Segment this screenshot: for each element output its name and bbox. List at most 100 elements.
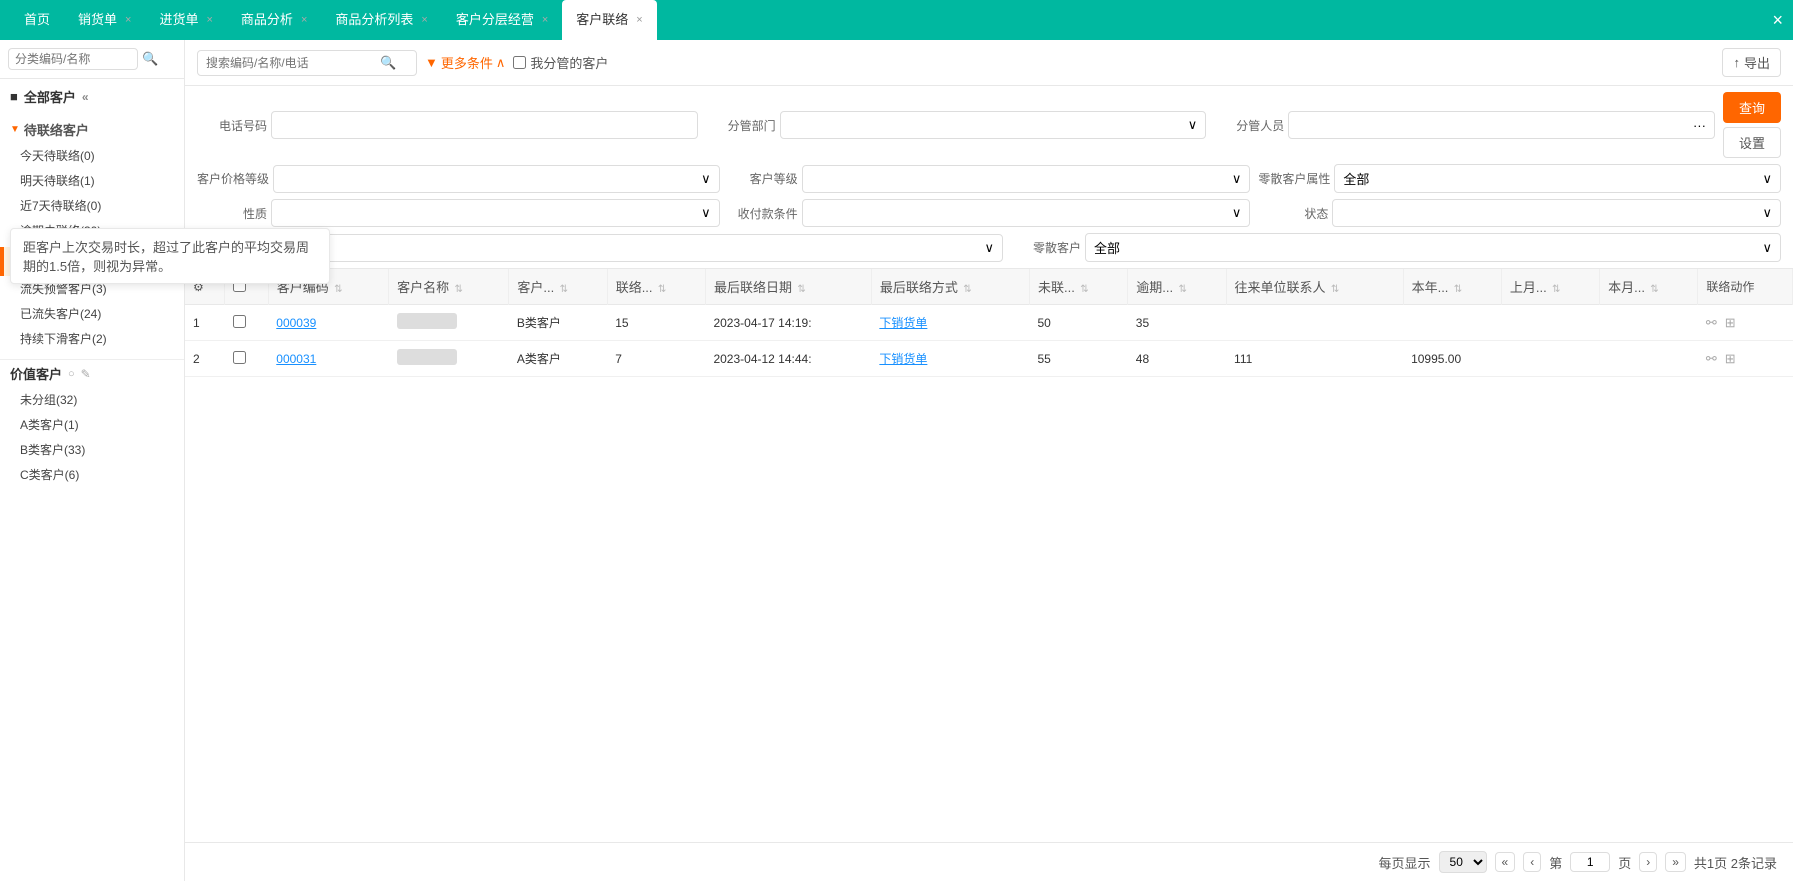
filter-price-level: 客户价格等级 ∨ [197, 165, 720, 193]
sort-last-month-icon[interactable]: ⇅ [1552, 284, 1560, 295]
week-contact-item[interactable]: 近7天待联络(0) [0, 193, 184, 218]
sort-contacts-icon[interactable]: ⇅ [1331, 284, 1339, 295]
filter-row-4: ··· 客户类型 ∨ 零散客户 全部∨ [197, 233, 1781, 262]
person-select[interactable]: ··· [1288, 111, 1715, 139]
c-class-item[interactable]: C类客户(6) [0, 462, 184, 487]
nav-sales[interactable]: 销货单 × [64, 0, 145, 40]
action-buttons: 查询 设置 [1723, 92, 1781, 158]
sort-last-contact-method-icon[interactable]: ⇅ [963, 284, 971, 295]
col-contacts: 往来单位联系人 ⇅ [1226, 269, 1403, 305]
row1-select-checkbox[interactable] [233, 315, 246, 328]
payment-select[interactable]: ∨ [802, 199, 1251, 227]
nav-purchase[interactable]: 进货单 × [145, 0, 226, 40]
customer-type-select[interactable]: ∨ [307, 234, 1003, 262]
close-all-button[interactable]: × [1772, 10, 1783, 31]
query-button[interactable]: 查询 [1723, 92, 1781, 123]
prev-page-btn[interactable]: ‹ [1523, 852, 1541, 872]
search-input[interactable] [206, 56, 376, 70]
phone-input[interactable] [271, 111, 698, 139]
customer-level-select[interactable]: ∨ [802, 165, 1251, 193]
sort-uncontacted-icon[interactable]: ⇅ [1080, 284, 1088, 295]
data-table-area: ⚙ 客户编码 ⇅ 客户名称 ⇅ 客户... ⇅ [185, 269, 1793, 842]
sidebar-search-input[interactable] [8, 48, 138, 70]
row1-grid-icon[interactable]: ⊞ [1725, 315, 1736, 331]
reset-button[interactable]: 设置 [1723, 127, 1781, 158]
close-customer-contact-tab[interactable]: × [636, 0, 642, 40]
close-product-analysis-tab[interactable]: × [301, 0, 307, 40]
row2-last-method[interactable]: 下销货单 [871, 341, 1029, 377]
b-class-item[interactable]: B类客户(33) [0, 437, 184, 462]
pending-contact-title[interactable]: ▼ 待联络客户 [0, 114, 184, 143]
sort-last-contact-date-icon[interactable]: ⇅ [797, 284, 805, 295]
row2-code[interactable]: 000031 [268, 341, 388, 377]
per-page-label: 每页显示 [1379, 853, 1431, 872]
sidebar-search-icon[interactable]: 🔍 [142, 51, 158, 67]
filter-payment: 收付款条件 ∨ [728, 199, 1251, 227]
row1-last-date: 2023-04-17 14:19: [705, 305, 871, 341]
first-page-btn[interactable]: « [1495, 852, 1516, 872]
sort-customer-name-icon[interactable]: ⇅ [454, 284, 462, 295]
row2-grid-icon[interactable]: ⊞ [1725, 351, 1736, 367]
export-button[interactable]: ↑ 导出 [1722, 48, 1781, 77]
nav-home[interactable]: 首页 [10, 0, 64, 40]
filter-phone: 电话号码 [197, 111, 698, 139]
row1-name-placeholder [397, 313, 457, 329]
last-page-btn[interactable]: » [1665, 852, 1686, 872]
status-select[interactable]: ∨ [1332, 199, 1781, 227]
row1-name[interactable] [389, 305, 509, 341]
value-group-edit-icon[interactable]: ✎ [81, 367, 91, 381]
close-sales-tab[interactable]: × [125, 0, 131, 40]
filter-customer-type: 客户类型 ∨ [233, 234, 1003, 262]
scatter-customer-select[interactable]: 全部∨ [1085, 233, 1781, 262]
today-contact-item[interactable]: 今天待联络(0) [0, 143, 184, 168]
filter-area: 电话号码 分管部门 ∨ 分管人员 ··· 查询 设置 [185, 86, 1793, 269]
price-level-select[interactable]: ∨ [273, 165, 720, 193]
churned-item[interactable]: 已流失客户(24) [0, 301, 184, 326]
per-page-select[interactable]: 50 [1439, 851, 1487, 873]
table-row: 2 000031 A类客户 7 2023-04-12 14:44: 下销货单 5… [185, 341, 1793, 377]
sort-this-month-icon[interactable]: ⇅ [1650, 284, 1658, 295]
close-purchase-tab[interactable]: × [206, 0, 212, 40]
nature-select[interactable]: ∨ [271, 199, 720, 227]
total-records-label: 共1页 2条记录 [1694, 853, 1777, 872]
scatter-attr-select[interactable]: 全部∨ [1334, 164, 1781, 193]
row2-last-month [1501, 341, 1599, 377]
row1-last-method[interactable]: 下销货单 [871, 305, 1029, 341]
row1-checkbox[interactable] [225, 305, 269, 341]
sort-customer-type-icon[interactable]: ⇅ [560, 284, 568, 295]
current-page-input[interactable] [1570, 852, 1610, 872]
sort-customer-code-icon[interactable]: ⇅ [334, 284, 342, 295]
tomorrow-contact-item[interactable]: 明天待联络(1) [0, 168, 184, 193]
ungroup-item[interactable]: 未分组(32) [0, 387, 184, 412]
a-class-item[interactable]: A类客户(1) [0, 412, 184, 437]
nav-product-analysis[interactable]: 商品分析 × [227, 0, 321, 40]
nav-customer-contact[interactable]: 客户联络 × [562, 0, 656, 40]
my-customers-checkbox[interactable] [513, 56, 526, 69]
col-customer-type: 客户... ⇅ [509, 269, 607, 305]
row1-seq: 1 [185, 305, 225, 341]
row2-checkbox[interactable] [225, 341, 269, 377]
sidebar-collapse-btn[interactable]: « [82, 90, 89, 104]
sort-this-year-icon[interactable]: ⇅ [1454, 284, 1462, 295]
row1-link-icon[interactable]: ⚯ [1706, 315, 1717, 331]
nav-customer-tier[interactable]: 客户分层经营 × [442, 0, 562, 40]
col-last-contact-date: 最后联络日期 ⇅ [705, 269, 871, 305]
sort-contact-count-icon[interactable]: ⇅ [658, 284, 666, 295]
sort-overdue-icon[interactable]: ⇅ [1178, 284, 1186, 295]
close-product-analysis-list-tab[interactable]: × [421, 0, 427, 40]
declining-item[interactable]: 持续下滑客户(2) [0, 326, 184, 351]
row2-name[interactable] [389, 341, 509, 377]
filter-scatter-customer: 零散客户 全部∨ [1011, 233, 1781, 262]
row2-select-checkbox[interactable] [233, 351, 246, 364]
row1-code[interactable]: 000039 [268, 305, 388, 341]
next-page-btn[interactable]: › [1639, 852, 1657, 872]
toolbar: 🔍 ▼ 更多条件 ∧ 我分管的客户 ↑ 导出 [185, 40, 1793, 86]
dept-select[interactable]: ∨ [780, 111, 1207, 139]
nav-product-analysis-list[interactable]: 商品分析列表 × [321, 0, 441, 40]
more-conditions-btn[interactable]: ▼ 更多条件 ∧ [425, 53, 505, 72]
search-icon[interactable]: 🔍 [380, 55, 396, 71]
customer-table: ⚙ 客户编码 ⇅ 客户名称 ⇅ 客户... ⇅ [185, 269, 1793, 377]
all-customers-title[interactable]: ■ 全部客户 « [0, 79, 184, 114]
row2-link-icon[interactable]: ⚯ [1706, 351, 1717, 367]
close-customer-tier-tab[interactable]: × [542, 0, 548, 40]
